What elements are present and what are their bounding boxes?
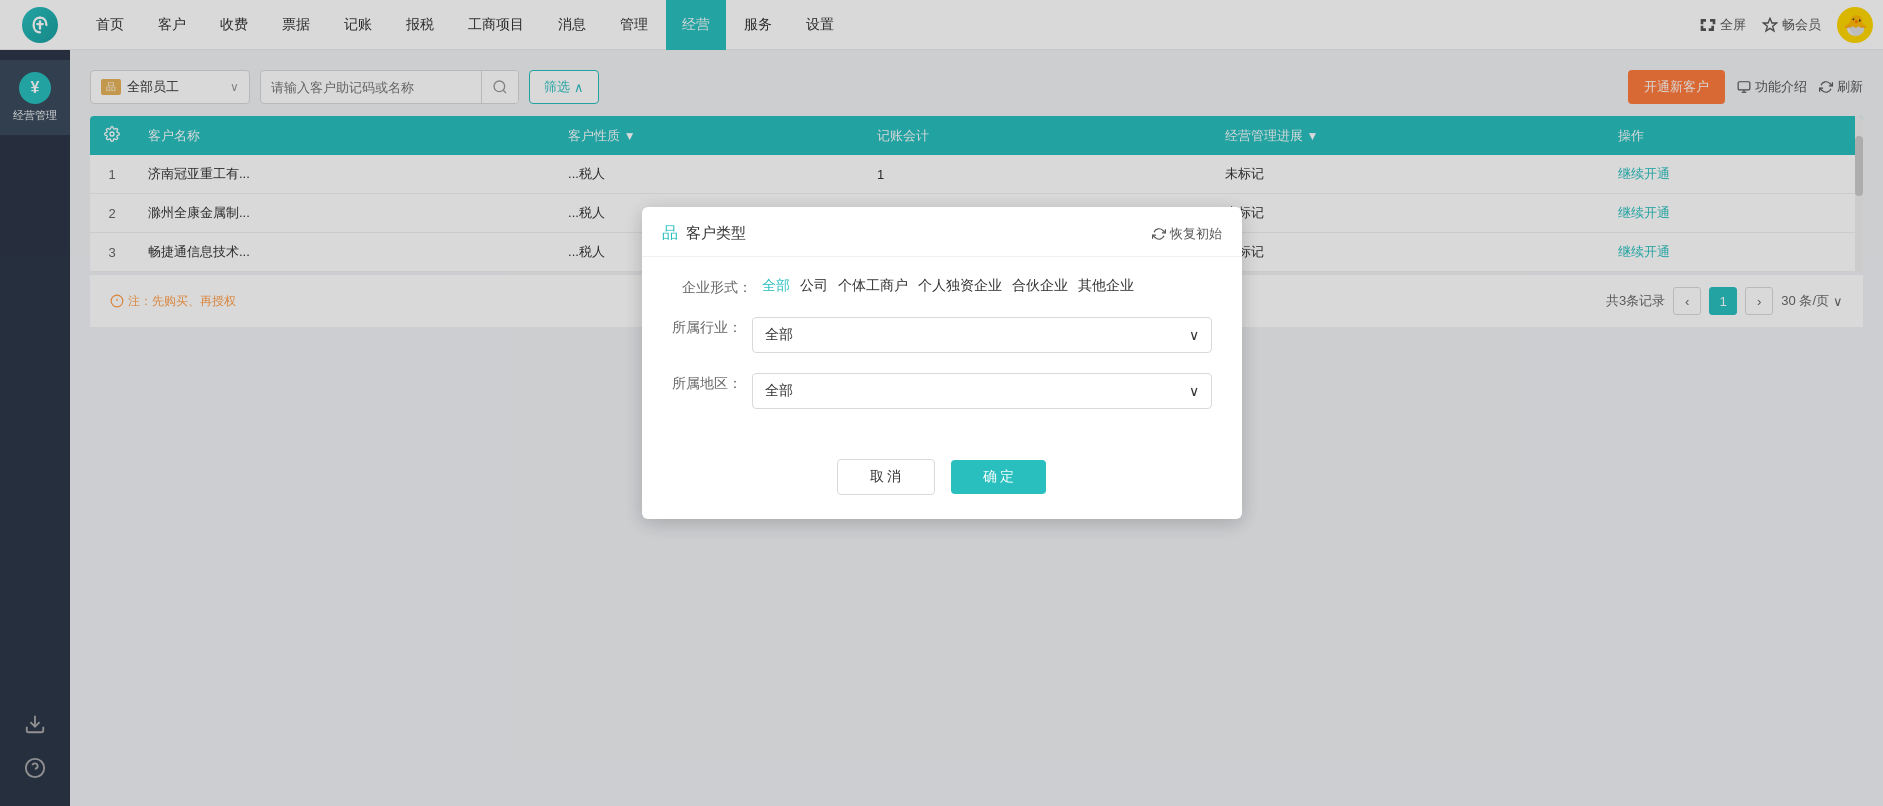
region-form-row: 所属地区： 全部 ∨ <box>672 373 1212 409</box>
enterprise-option-3[interactable]: 个人独资企业 <box>918 277 1002 295</box>
region-arrow-icon: ∨ <box>1189 383 1199 399</box>
industry-select-wrap: 全部 ∨ <box>752 317 1212 353</box>
industry-value: 全部 <box>765 326 793 344</box>
enterprise-form-row: 企业形式： 全部公司个体工商户个人独资企业合伙企业其他企业 <box>672 277 1212 297</box>
enterprise-option-1[interactable]: 公司 <box>800 277 828 295</box>
modal-title: 品 客户类型 <box>662 223 746 244</box>
enterprise-options: 全部公司个体工商户个人独资企业合伙企业其他企业 <box>762 277 1212 295</box>
modal-overlay[interactable]: 品 客户类型 恢复初始 企业形式： 全部公司个体工商户个人独资企业合伙企业其他企… <box>0 0 1883 806</box>
modal-body: 企业形式： 全部公司个体工商户个人独资企业合伙企业其他企业 所属行业： 全部 ∨… <box>642 257 1242 439</box>
modal-header: 品 客户类型 恢复初始 <box>642 207 1242 257</box>
modal-reset-label: 恢复初始 <box>1170 225 1222 243</box>
enterprise-option-2[interactable]: 个体工商户 <box>838 277 908 295</box>
modal-footer: 取 消 确 定 <box>642 439 1242 519</box>
region-value: 全部 <box>765 382 793 400</box>
filter-modal: 品 客户类型 恢复初始 企业形式： 全部公司个体工商户个人独资企业合伙企业其他企… <box>642 207 1242 519</box>
modal-title-text: 客户类型 <box>686 224 746 243</box>
modal-title-icon: 品 <box>662 223 678 244</box>
region-select[interactable]: 全部 ∨ <box>752 373 1212 409</box>
enterprise-option-5[interactable]: 其他企业 <box>1078 277 1134 295</box>
region-select-wrap: 全部 ∨ <box>752 373 1212 409</box>
industry-select[interactable]: 全部 ∨ <box>752 317 1212 353</box>
enterprise-option-4[interactable]: 合伙企业 <box>1012 277 1068 295</box>
enterprise-form-label: 企业形式： <box>672 277 752 297</box>
industry-form-row: 所属行业： 全部 ∨ <box>672 317 1212 353</box>
region-label: 所属地区： <box>672 373 742 393</box>
industry-arrow-icon: ∨ <box>1189 327 1199 343</box>
industry-label: 所属行业： <box>672 317 742 337</box>
confirm-button[interactable]: 确 定 <box>951 460 1047 494</box>
enterprise-option-0[interactable]: 全部 <box>762 277 790 295</box>
cancel-button[interactable]: 取 消 <box>837 459 935 495</box>
modal-reset-btn[interactable]: 恢复初始 <box>1152 225 1222 243</box>
